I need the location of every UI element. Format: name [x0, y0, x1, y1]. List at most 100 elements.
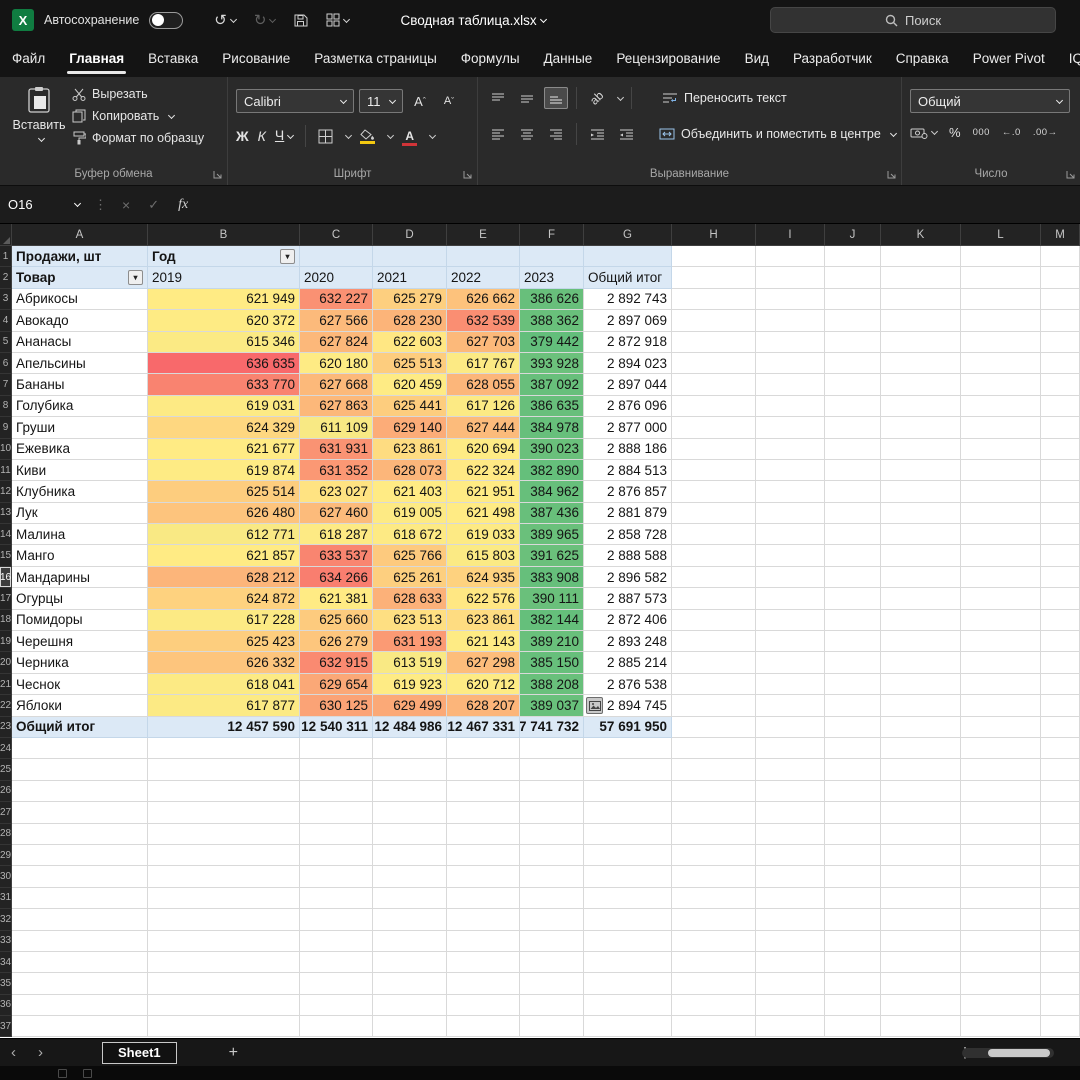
- cell-L20[interactable]: [961, 652, 1041, 674]
- cell-C15[interactable]: 633 537: [300, 545, 373, 567]
- cell-I35[interactable]: [756, 973, 825, 995]
- cell-L3[interactable]: [961, 288, 1041, 311]
- cell-H21[interactable]: [672, 673, 756, 696]
- increase-decimal-button[interactable]: ←.0: [1002, 127, 1021, 138]
- cell-L23[interactable]: [961, 716, 1041, 738]
- cell-M32[interactable]: [1041, 909, 1080, 931]
- cell-L6[interactable]: [961, 352, 1041, 375]
- cell-M14[interactable]: [1041, 524, 1080, 546]
- cell-B22[interactable]: 617 877: [148, 695, 300, 717]
- cell-K13[interactable]: [881, 502, 961, 525]
- cell-A32[interactable]: [12, 909, 148, 931]
- cell-E24[interactable]: [447, 737, 520, 760]
- cell-M36[interactable]: [1041, 994, 1080, 1017]
- cell-I32[interactable]: [756, 909, 825, 931]
- cell-B28[interactable]: [148, 823, 300, 845]
- cell-E10[interactable]: 620 694: [447, 438, 520, 460]
- cell-K34[interactable]: [881, 951, 961, 974]
- cell-K15[interactable]: [881, 545, 961, 567]
- cell-F30[interactable]: [520, 866, 584, 888]
- cell-J28[interactable]: [825, 823, 881, 845]
- cell-E25[interactable]: [447, 759, 520, 781]
- cell-B8[interactable]: 619 031: [148, 395, 300, 418]
- column-header-G[interactable]: G: [584, 224, 672, 246]
- cell-F32[interactable]: [520, 909, 584, 931]
- align-top-button[interactable]: [486, 87, 510, 109]
- cell-A19[interactable]: Черешня: [12, 631, 148, 653]
- cell-I26[interactable]: [756, 780, 825, 803]
- cell-C34[interactable]: [300, 951, 373, 974]
- cell-M27[interactable]: [1041, 802, 1080, 824]
- cell-J12[interactable]: [825, 481, 881, 503]
- redo-button[interactable]: ↻: [254, 11, 277, 29]
- cell-L33[interactable]: [961, 930, 1041, 952]
- cut-button[interactable]: Вырезать: [72, 87, 204, 101]
- cell-H26[interactable]: [672, 780, 756, 803]
- cell-B13[interactable]: 626 480: [148, 502, 300, 525]
- cell-H20[interactable]: [672, 652, 756, 674]
- cell-A3[interactable]: Абрикосы: [12, 288, 148, 311]
- cell-K9[interactable]: [881, 417, 961, 439]
- cell-G1[interactable]: [584, 246, 672, 268]
- cell-D21[interactable]: 619 923: [373, 673, 447, 696]
- cell-C2[interactable]: 2020: [300, 267, 373, 289]
- cell-D26[interactable]: [373, 780, 447, 803]
- cell-E13[interactable]: 621 498: [447, 502, 520, 525]
- row-header-37[interactable]: 37: [0, 1016, 12, 1038]
- cell-I36[interactable]: [756, 994, 825, 1017]
- cell-F6[interactable]: 393 928: [520, 352, 584, 375]
- cell-A9[interactable]: Груши: [12, 417, 148, 439]
- row-header-25[interactable]: 25: [0, 759, 12, 781]
- orientation-button[interactable]: ab: [585, 87, 609, 109]
- cell-C31[interactable]: [300, 887, 373, 910]
- cell-K6[interactable]: [881, 352, 961, 375]
- row-header-33[interactable]: 33: [0, 930, 12, 952]
- cell-K25[interactable]: [881, 759, 961, 781]
- cell-H23[interactable]: [672, 716, 756, 738]
- row-header-19[interactable]: 19: [0, 631, 12, 653]
- row-header-8[interactable]: 8: [0, 395, 12, 418]
- cell-J29[interactable]: [825, 844, 881, 867]
- column-header-B[interactable]: B: [148, 224, 300, 246]
- cell-A1[interactable]: Продажи, шт: [12, 246, 148, 268]
- cell-M30[interactable]: [1041, 866, 1080, 888]
- column-header-A[interactable]: A: [12, 224, 148, 246]
- cell-K24[interactable]: [881, 737, 961, 760]
- cell-E34[interactable]: [447, 951, 520, 974]
- underline-button[interactable]: Ч: [275, 127, 295, 145]
- cell-L1[interactable]: [961, 246, 1041, 268]
- cell-B19[interactable]: 625 423: [148, 631, 300, 653]
- cell-E17[interactable]: 622 576: [447, 588, 520, 610]
- cell-E23[interactable]: 12 467 331: [447, 716, 520, 738]
- ribbon-tab-Вид[interactable]: Вид: [733, 40, 781, 77]
- cell-B11[interactable]: 619 874: [148, 459, 300, 482]
- cell-D12[interactable]: 621 403: [373, 481, 447, 503]
- cell-F18[interactable]: 382 144: [520, 609, 584, 632]
- cell-J33[interactable]: [825, 930, 881, 952]
- cell-M33[interactable]: [1041, 930, 1080, 952]
- cell-M31[interactable]: [1041, 887, 1080, 910]
- cell-C11[interactable]: 631 352: [300, 459, 373, 482]
- cell-D14[interactable]: 618 672: [373, 524, 447, 546]
- cell-K30[interactable]: [881, 866, 961, 888]
- cell-J8[interactable]: [825, 395, 881, 418]
- cell-G12[interactable]: 2 876 857: [584, 481, 672, 503]
- cell-M12[interactable]: [1041, 481, 1080, 503]
- column-header-J[interactable]: J: [825, 224, 881, 246]
- cell-G25[interactable]: [584, 759, 672, 781]
- cell-B15[interactable]: 621 857: [148, 545, 300, 567]
- cell-G8[interactable]: 2 876 096: [584, 395, 672, 418]
- cell-G13[interactable]: 2 881 879: [584, 502, 672, 525]
- cell-B29[interactable]: [148, 844, 300, 867]
- cell-G10[interactable]: 2 888 186: [584, 438, 672, 460]
- cell-D20[interactable]: 613 519: [373, 652, 447, 674]
- cell-B30[interactable]: [148, 866, 300, 888]
- cell-H8[interactable]: [672, 395, 756, 418]
- cell-J17[interactable]: [825, 588, 881, 610]
- cell-A14[interactable]: Малина: [12, 524, 148, 546]
- align-left-button[interactable]: [486, 123, 510, 145]
- row-header-3[interactable]: 3: [0, 288, 12, 311]
- row-header-32[interactable]: 32: [0, 909, 12, 931]
- row-header-15[interactable]: 15: [0, 545, 12, 567]
- cell-I34[interactable]: [756, 951, 825, 974]
